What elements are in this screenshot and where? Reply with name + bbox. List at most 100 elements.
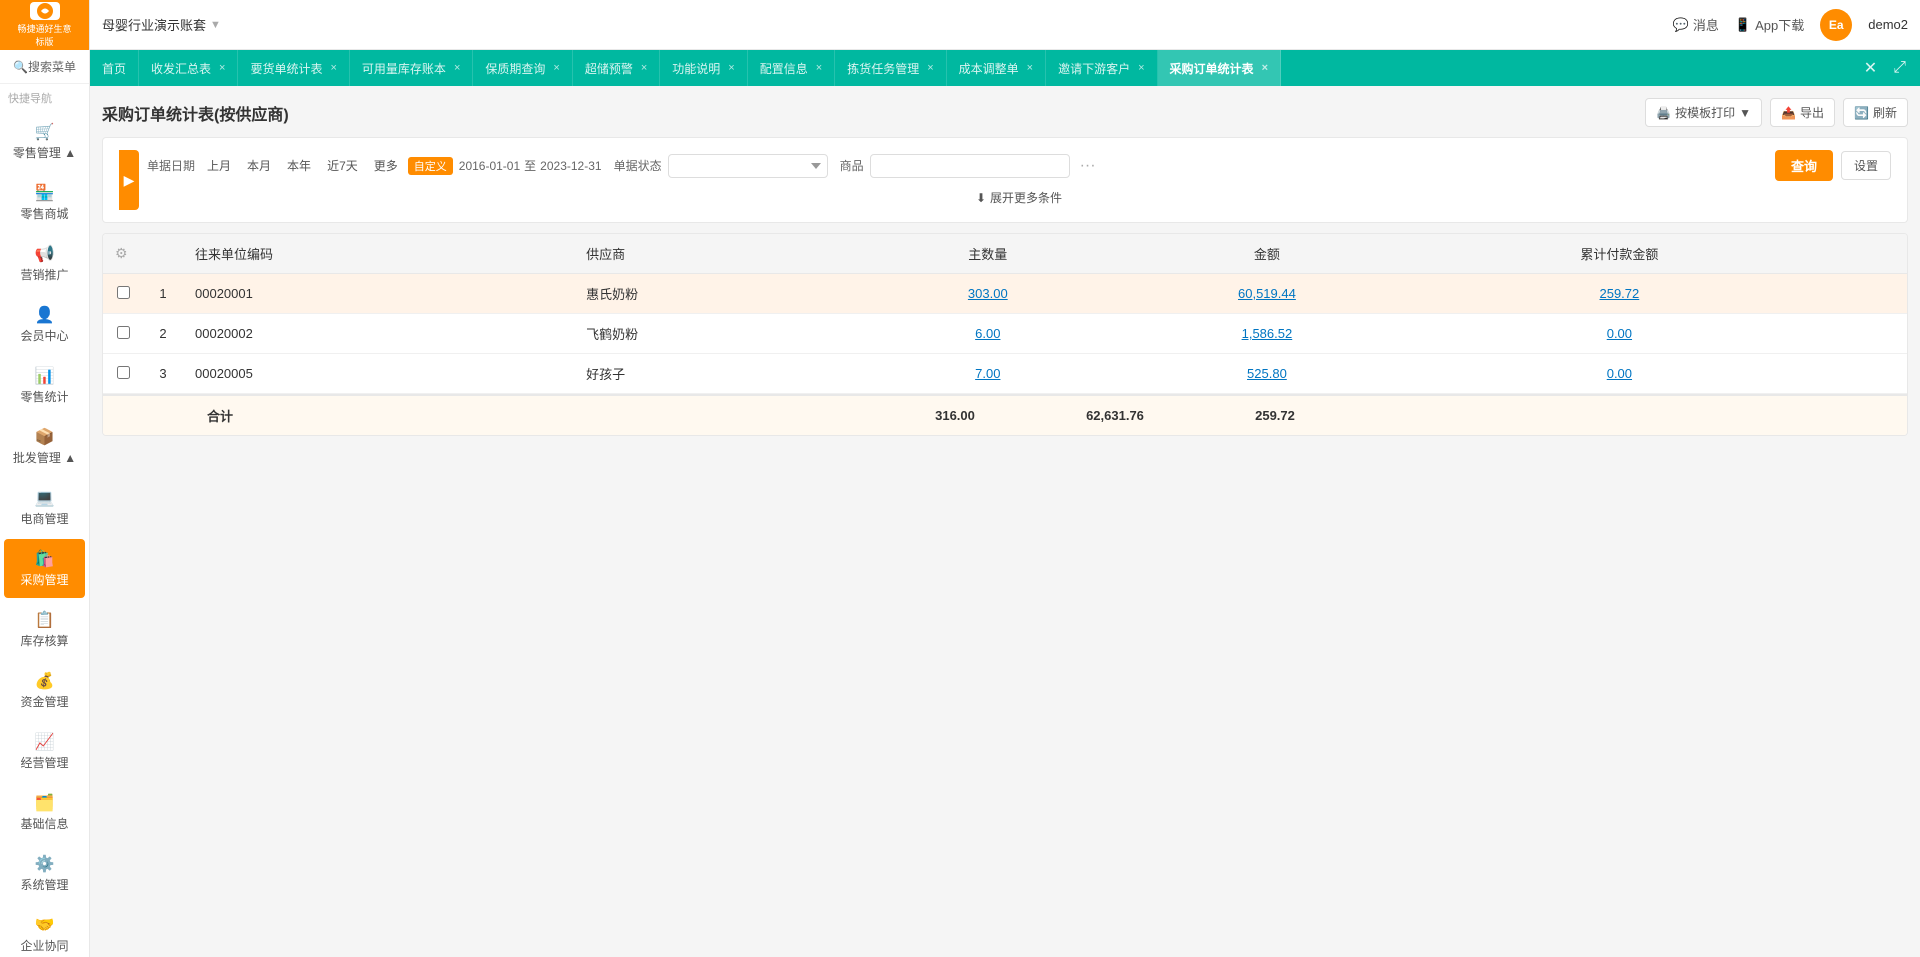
nav-tab-baozhiqixuncha[interactable]: 保质期查询×	[473, 50, 572, 86]
sidebar-item-retail-mall[interactable]: 🏪 零售商城	[4, 173, 85, 232]
row-check-3[interactable]	[103, 354, 143, 394]
nav-tab-yaoqingxiayouke[interactable]: 邀请下游客户×	[1046, 50, 1157, 86]
nav-tab-peihuorenwuguanli[interactable]: 拣货任务管理×	[835, 50, 946, 86]
nav-tab-chaochuyujing[interactable]: 超储预警×	[573, 50, 660, 86]
settings-button[interactable]: 设置	[1841, 151, 1891, 180]
shortcut-this-month[interactable]: 本月	[241, 155, 277, 176]
expand-more-label: 展开更多条件	[990, 189, 1062, 206]
shortcut-this-year[interactable]: 本年	[281, 155, 317, 176]
sidebar-item-label-retail-stats: 零售统计	[20, 388, 68, 405]
workspace-name: 母婴行业演示账套	[102, 15, 206, 34]
expand-more-filter[interactable]: ⬇ 展开更多条件	[147, 189, 1891, 206]
shortcut-more[interactable]: 更多	[368, 155, 404, 176]
refresh-button[interactable]: 🔄 刷新	[1843, 98, 1908, 127]
nav-tab-close-caigoudantongjibiao[interactable]: ×	[1262, 62, 1268, 74]
page-header: 采购订单统计表(按供应商) 🖨️ 按模板打印 ▼ 📤 导出 🔄 刷新	[102, 98, 1908, 127]
settings-col-icon[interactable]: ⚙	[115, 245, 128, 261]
status-filter-group: 单据状态	[614, 154, 828, 178]
nav-tab-close-chengbentiaozhen[interactable]: ×	[1027, 62, 1033, 74]
nav-tab-gongnengshuo[interactable]: 功能说明×	[660, 50, 747, 86]
close-tab-button[interactable]: ✕	[1858, 56, 1883, 80]
row-extra-2	[1815, 314, 1907, 354]
row-amount-3[interactable]: 525.80	[1110, 354, 1424, 394]
nav-tab-close-baozhiqixuncha[interactable]: ×	[553, 62, 559, 74]
nav-tab-close-yaohuodantongjibiao[interactable]: ×	[330, 62, 336, 74]
sidebar-item-icon-inventory: 📋	[35, 610, 55, 630]
filter-toggle-button[interactable]: ▶	[119, 150, 139, 210]
export-button[interactable]: 📤 导出	[1770, 98, 1835, 127]
row-check-2[interactable]	[103, 314, 143, 354]
footer-amount: 62,631.76	[1035, 408, 1195, 423]
sidebar-item-enterprise[interactable]: 🤝 企业协同	[4, 905, 85, 957]
message-action[interactable]: 💬 消息	[1673, 15, 1719, 34]
shortcut-last-month[interactable]: 上月	[201, 155, 237, 176]
shortcut-7days[interactable]: 近7天	[321, 155, 364, 176]
nav-tab-close-gongnengshuo[interactable]: ×	[728, 62, 734, 74]
nav-tab-yaohuodantongjibiao[interactable]: 要货单统计表×	[238, 50, 349, 86]
nav-tab-home[interactable]: 首页	[90, 50, 139, 86]
content-area: 采购订单统计表(按供应商) 🖨️ 按模板打印 ▼ 📤 导出 🔄 刷新	[90, 86, 1920, 957]
nav-tab-close-keyongliangkucunzhangben[interactable]: ×	[454, 62, 460, 74]
nav-tab-close-yaoqingxiayouke[interactable]: ×	[1138, 62, 1144, 74]
sidebar-item-icon-member: 👤	[35, 305, 55, 325]
row-amount-2[interactable]: 1,586.52	[1110, 314, 1424, 354]
search-icon: 🔍	[13, 60, 28, 74]
refresh-label: 刷新	[1873, 104, 1897, 121]
sidebar-item-operations[interactable]: 📈 经营管理	[4, 722, 85, 781]
nav-tab-close-shoufahuizongjibiao[interactable]: ×	[219, 62, 225, 74]
sidebar-item-marketing[interactable]: 📢 营销推广	[4, 234, 85, 293]
th-seq	[143, 234, 183, 274]
row-paid-2[interactable]: 0.00	[1424, 314, 1815, 354]
nav-tab-chengbentiaozhen[interactable]: 成本调整单 ×	[947, 50, 1046, 86]
sidebar-item-retail-mgmt[interactable]: 🛒 零售管理 ▲	[4, 112, 85, 171]
row-quantity-1[interactable]: 303.00	[866, 274, 1110, 314]
table-row: 1 00020001 惠氏奶粉 303.00 60,519.44 259.72	[103, 274, 1907, 314]
workspace-selector[interactable]: 母婴行业演示账套 ▼	[102, 15, 221, 34]
sidebar-item-icon-ecommerce: 💻	[35, 488, 55, 508]
nav-tab-peizhi[interactable]: 配置信息×	[748, 50, 835, 86]
goods-input[interactable]	[870, 154, 1070, 178]
sidebar-item-icon-operations: 📈	[35, 732, 55, 752]
row-amount-1[interactable]: 60,519.44	[1110, 274, 1424, 314]
nav-tab-close-peihuorenwuguanli[interactable]: ×	[927, 62, 933, 74]
sidebar-item-system[interactable]: ⚙️ 系统管理	[4, 844, 85, 903]
sidebar-item-member[interactable]: 👤 会员中心	[4, 295, 85, 354]
sidebar-item-basic[interactable]: 🗂️ 基础信息	[4, 783, 85, 842]
date-range: 2016-01-01 至 2023-12-31	[459, 157, 602, 174]
sidebar-item-finance[interactable]: 💰 资金管理	[4, 661, 85, 720]
sidebar-item-icon-marketing: 📢	[35, 244, 55, 264]
app-download-action[interactable]: 📱 App下载	[1735, 15, 1804, 34]
row-checkbox-1[interactable]	[117, 286, 130, 299]
search-menu[interactable]: 🔍 搜索菜单	[0, 50, 89, 84]
nav-tab-keyongliangkucunzhangben[interactable]: 可用量库存账本×	[350, 50, 473, 86]
sidebar-item-inventory[interactable]: 📋 库存核算	[4, 600, 85, 659]
sidebar-item-retail-stats[interactable]: 📊 零售统计	[4, 356, 85, 415]
th-code: 往来单位编码	[183, 234, 574, 274]
sidebar-item-ecommerce[interactable]: 💻 电商管理	[4, 478, 85, 537]
maximize-tab-button[interactable]: ⤢	[1887, 57, 1912, 79]
nav-tab-close-chaochuyujing[interactable]: ×	[641, 62, 647, 74]
row-seq-1: 1	[143, 274, 183, 314]
goods-more-button[interactable]: ···	[1076, 157, 1100, 175]
query-button[interactable]: 查询	[1775, 150, 1833, 181]
nav-tab-shoufahuizongjibiao[interactable]: 收发汇总表×	[139, 50, 238, 86]
template-print-label: 按模板打印	[1675, 104, 1735, 121]
sidebar-item-wholesale[interactable]: 📦 批发管理 ▲	[4, 417, 85, 476]
sidebar-item-purchase[interactable]: 🛍️ 采购管理	[4, 539, 85, 598]
row-quantity-2[interactable]: 6.00	[866, 314, 1110, 354]
nav-tab-close-peizhi[interactable]: ×	[816, 62, 822, 74]
status-select[interactable]	[668, 154, 828, 178]
row-paid-1[interactable]: 259.72	[1424, 274, 1815, 314]
row-paid-3[interactable]: 0.00	[1424, 354, 1815, 394]
nav-tab-caigoudantongjibiao[interactable]: 采购订单统计表×	[1158, 50, 1281, 86]
row-check-1[interactable]	[103, 274, 143, 314]
row-quantity-3[interactable]: 7.00	[866, 354, 1110, 394]
row-checkbox-2[interactable]	[117, 326, 130, 339]
table-header-row: ⚙ 往来单位编码 供应商 主数量 金额 累计付款金额	[103, 234, 1907, 274]
sidebar-item-label-retail-mall: 零售商城	[20, 205, 68, 222]
nav-tab-label-chengbentiaozhen: 成本调整单	[959, 60, 1019, 77]
template-print-button[interactable]: 🖨️ 按模板打印 ▼	[1645, 98, 1762, 127]
nav-section-text: 快捷导航	[8, 90, 52, 106]
sidebar-item-icon-wholesale: 📦	[35, 427, 55, 447]
row-checkbox-3[interactable]	[117, 366, 130, 379]
